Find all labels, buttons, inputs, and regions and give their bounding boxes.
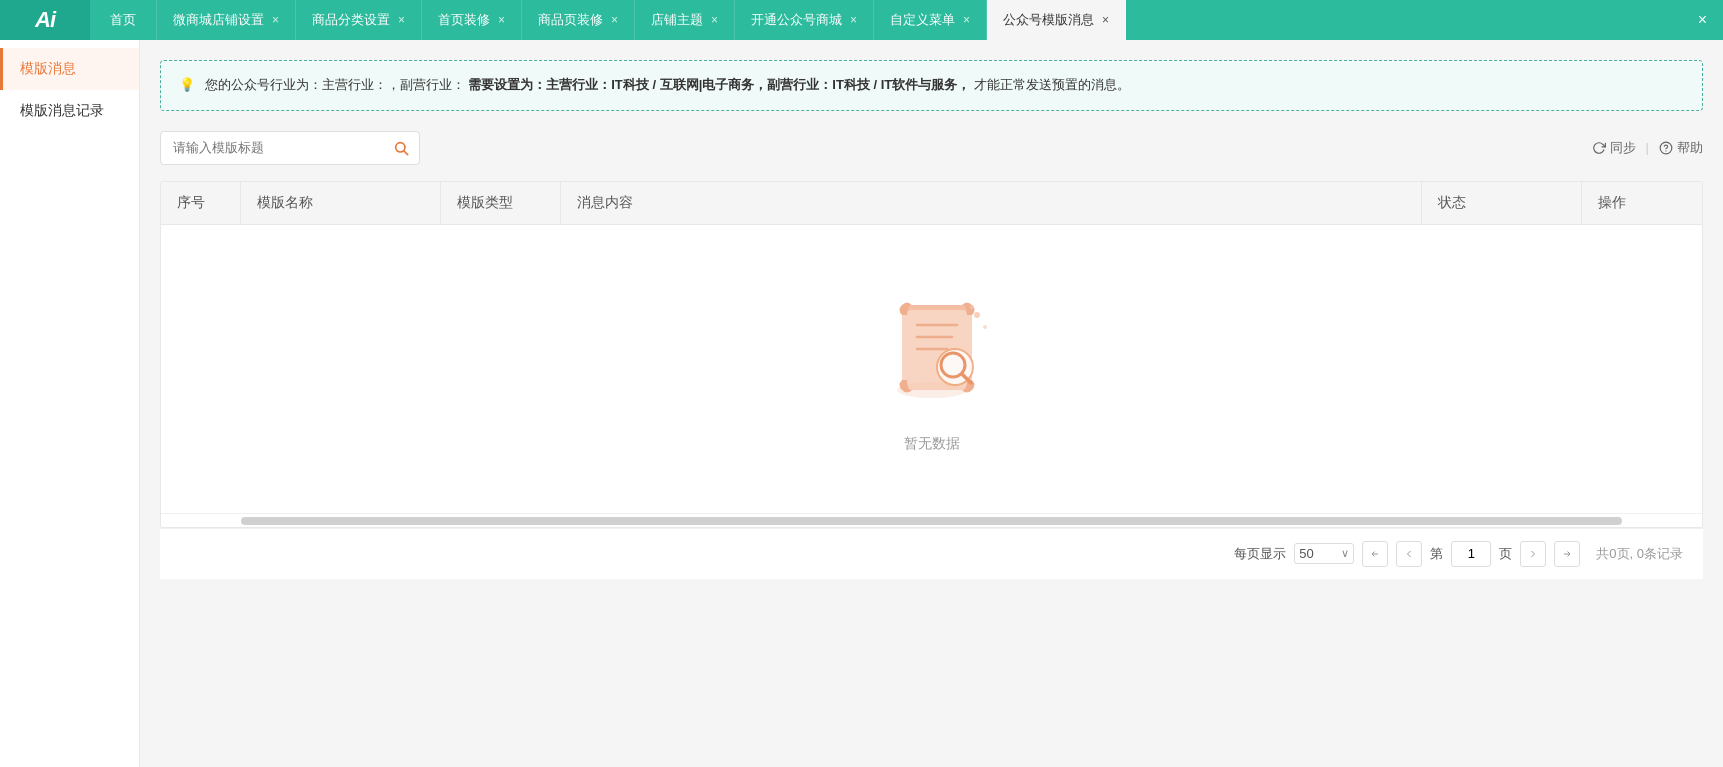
page-size-select[interactable]: 50 ∨ — [1294, 543, 1354, 564]
svg-point-11 — [974, 312, 980, 318]
search-bar: 同步 | 帮助 — [160, 131, 1703, 165]
notice-text-prefix: 您的公众号行业为：主营行业：，副营行业： — [205, 77, 465, 92]
th-type: 模版类型 — [441, 182, 561, 224]
help-button[interactable]: 帮助 — [1659, 139, 1703, 157]
prev-page-button[interactable] — [1396, 541, 1422, 567]
help-icon — [1659, 141, 1673, 155]
sidebar: 模版消息模版消息记录 — [0, 40, 140, 767]
tab-close-custom-menu[interactable]: × — [963, 13, 970, 27]
svg-point-12 — [983, 325, 987, 329]
svg-point-13 — [970, 305, 974, 309]
global-close-button[interactable]: × — [1682, 0, 1723, 40]
nav-tab-custom-menu[interactable]: 自定义菜单× — [874, 0, 987, 40]
table-header: 序号模版名称模版类型消息内容状态操作 — [161, 182, 1702, 225]
first-page-button[interactable] — [1362, 541, 1388, 567]
next-page-button[interactable] — [1520, 541, 1546, 567]
nav-tab-category-settings[interactable]: 商品分类设置× — [296, 0, 422, 40]
sidebar-item-template-message-records[interactable]: 模版消息记录 — [0, 90, 139, 132]
pagination-bar: 每页显示 50 ∨ 第 页 — [160, 528, 1703, 579]
page-label-post: 页 — [1499, 545, 1512, 563]
nav-tab-home[interactable]: 首页 — [90, 0, 157, 40]
nav-tab-open-mall[interactable]: 开通公众号商城× — [735, 0, 874, 40]
sync-button[interactable]: 同步 — [1592, 139, 1636, 157]
next-page-icon — [1527, 548, 1539, 560]
nav-tab-shop-theme[interactable]: 店铺主题× — [635, 0, 735, 40]
chevron-down-icon: ∨ — [1341, 547, 1349, 560]
tab-close-shop-settings[interactable]: × — [272, 13, 279, 27]
empty-illustration — [867, 285, 997, 415]
th-index: 序号 — [161, 182, 241, 224]
th-status: 状态 — [1422, 182, 1582, 224]
search-field-container — [160, 131, 420, 165]
logo: Ai — [0, 0, 90, 40]
search-actions: 同步 | 帮助 — [1592, 139, 1703, 157]
th-action: 操作 — [1582, 182, 1702, 224]
page-number-input[interactable] — [1451, 541, 1491, 567]
horizontal-scrollbar[interactable] — [161, 513, 1702, 527]
page-size-value: 50 — [1299, 546, 1313, 561]
page-size-label: 每页显示 — [1234, 545, 1286, 563]
sidebar-item-template-message[interactable]: 模版消息 — [0, 48, 139, 90]
last-page-icon — [1561, 548, 1573, 560]
table-container: 序号模版名称模版类型消息内容状态操作 — [160, 181, 1703, 528]
tab-close-open-mall[interactable]: × — [850, 13, 857, 27]
tab-close-shop-theme[interactable]: × — [711, 13, 718, 27]
scrollbar-track — [241, 517, 1622, 525]
svg-line-1 — [404, 151, 408, 155]
logo-text: Ai — [35, 7, 55, 33]
notice-box: 💡 您的公众号行业为：主营行业：，副营行业： 需要设置为：主营行业：IT科技 /… — [160, 60, 1703, 111]
total-text: 共0页, 0条记录 — [1596, 545, 1683, 563]
empty-state: 暂无数据 — [161, 225, 1702, 513]
notice-icon: 💡 — [179, 77, 195, 92]
divider: | — [1646, 140, 1649, 155]
help-label: 帮助 — [1677, 139, 1703, 157]
th-name: 模版名称 — [241, 182, 441, 224]
top-nav: Ai 首页微商城店铺设置×商品分类设置×首页装修×商品页装修×店铺主题×开通公众… — [0, 0, 1723, 40]
tab-close-category-settings[interactable]: × — [398, 13, 405, 27]
tab-close-product-decor[interactable]: × — [611, 13, 618, 27]
last-page-button[interactable] — [1554, 541, 1580, 567]
main-layout: 模版消息模版消息记录 💡 您的公众号行业为：主营行业：，副营行业： 需要设置为：… — [0, 40, 1723, 767]
prev-page-icon — [1403, 548, 1415, 560]
notice-text-highlight: 需要设置为：主营行业：IT科技 / 互联网|电子商务，副营行业：IT科技 / I… — [468, 77, 970, 92]
sync-label: 同步 — [1610, 139, 1636, 157]
nav-tab-homepage-decor[interactable]: 首页装修× — [422, 0, 522, 40]
tab-close-template-message[interactable]: × — [1102, 13, 1109, 27]
nav-tabs-container: 首页微商城店铺设置×商品分类设置×首页装修×商品页装修×店铺主题×开通公众号商城… — [90, 0, 1682, 40]
page-label-pre: 第 — [1430, 545, 1443, 563]
first-page-icon — [1369, 548, 1381, 560]
notice-text-suffix: 才能正常发送预置的消息。 — [974, 77, 1130, 92]
sync-icon — [1592, 141, 1606, 155]
content-area: 💡 您的公众号行业为：主营行业：，副营行业： 需要设置为：主营行业：IT科技 /… — [140, 40, 1723, 767]
nav-tab-shop-settings[interactable]: 微商城店铺设置× — [157, 0, 296, 40]
nav-tab-template-message[interactable]: 公众号模版消息× — [987, 0, 1126, 40]
search-input[interactable] — [161, 140, 383, 155]
search-button[interactable] — [383, 131, 419, 165]
th-content: 消息内容 — [561, 182, 1422, 224]
search-icon — [393, 140, 409, 156]
tab-close-homepage-decor[interactable]: × — [498, 13, 505, 27]
nav-tab-product-decor[interactable]: 商品页装修× — [522, 0, 635, 40]
empty-text: 暂无数据 — [904, 435, 960, 453]
